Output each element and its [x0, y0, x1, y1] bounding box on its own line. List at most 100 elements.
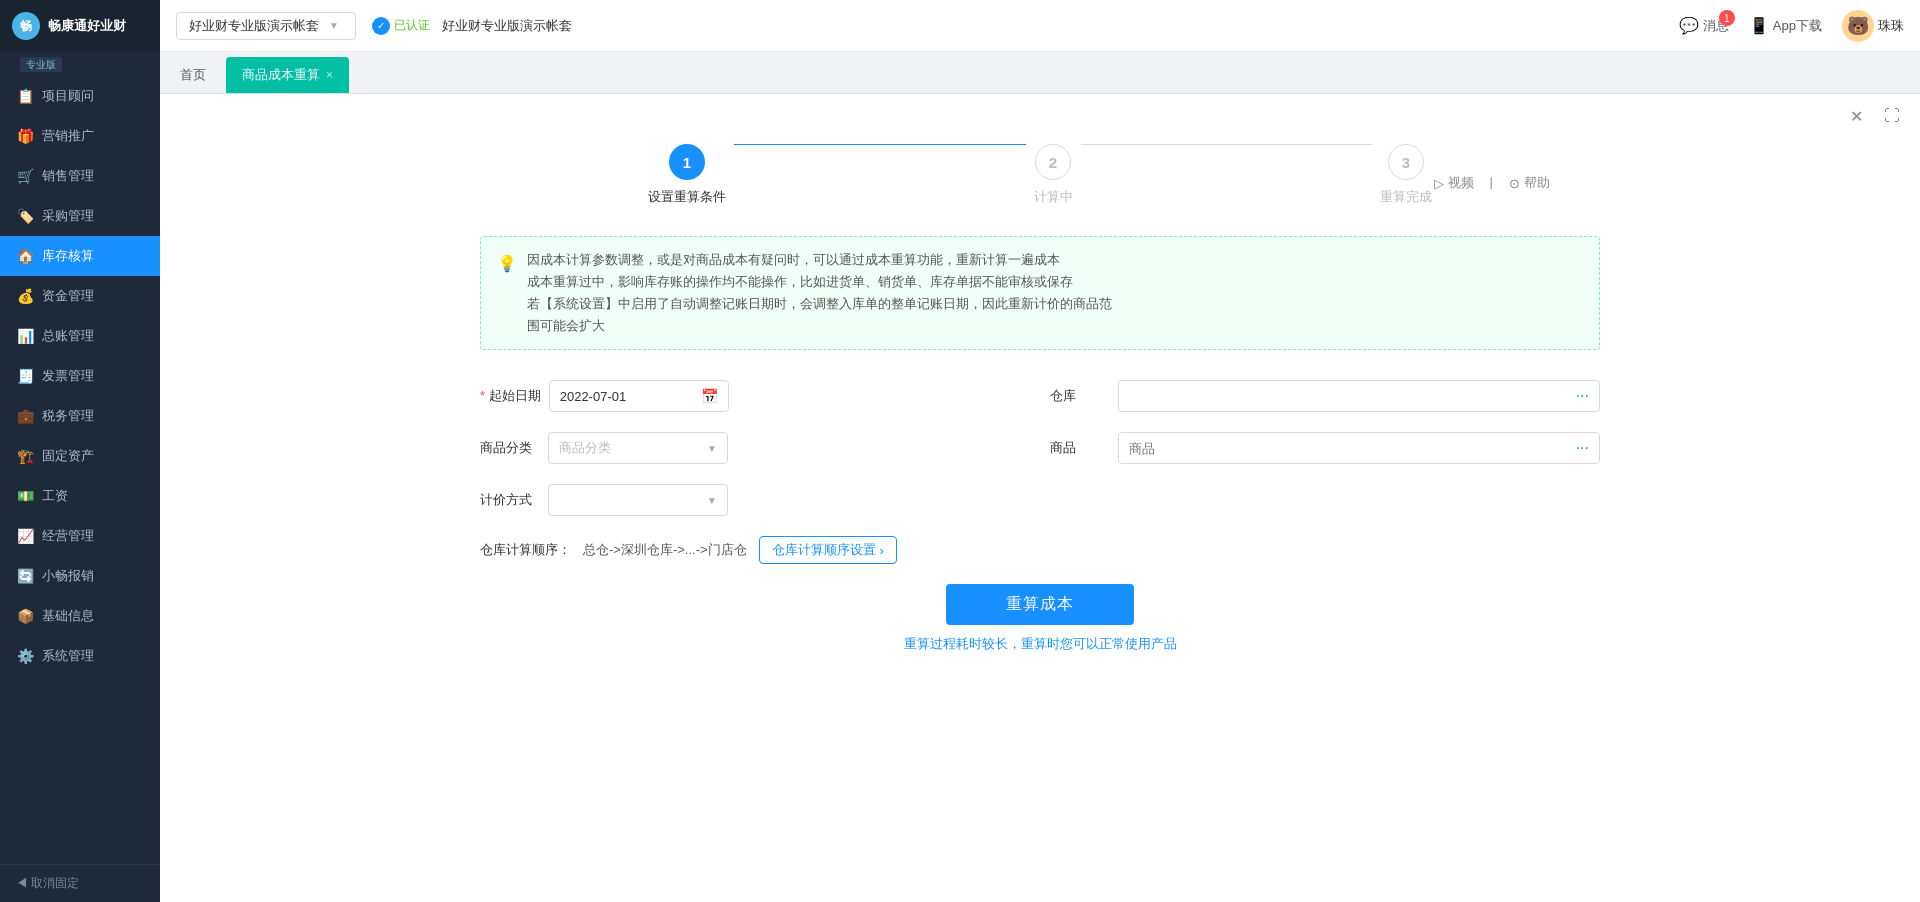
sidebar-item-label: 营销推广: [42, 127, 94, 145]
brand-info: 畅康通好业财: [48, 17, 126, 35]
info-text: 因成本计算参数调整，或是对商品成本有疑问时，可以通过成本重算功能，重新计算一遍成…: [527, 249, 1112, 337]
sidebar-item-tax[interactable]: 💼 税务管理: [0, 396, 160, 436]
edition-badge: 专业版: [20, 57, 62, 72]
step-1-circle: 1: [669, 144, 705, 180]
tab-close-icon[interactable]: ×: [326, 68, 333, 82]
sidebar-item-label: 固定资产: [42, 447, 94, 465]
project-icon: 📋: [16, 88, 34, 104]
notification-badge: 1: [1719, 10, 1735, 26]
step-2: 2 计算中: [1034, 144, 1073, 206]
warehouse-input[interactable]: [1129, 389, 1566, 404]
product-label: 商品: [1050, 439, 1110, 457]
info-line-1: 因成本计算参数调整，或是对商品成本有疑问时，可以通过成本重算功能，重新计算一遍成…: [527, 249, 1112, 271]
window-controls: ✕ ⛶: [1844, 104, 1904, 128]
video-link[interactable]: ▷ 视频: [1434, 174, 1474, 192]
warehouse-seq-settings-button[interactable]: 仓库计算顺序设置 ›: [759, 536, 897, 564]
main-area: 好业财专业版演示帐套 ▼ ✓ 已认证 好业财专业版演示帐套 💬 消息 1 📱 A…: [160, 0, 1920, 902]
info-line-3: 若【系统设置】中启用了自动调整记账日期时，会调整入库单的整单记账日期，因此重新计…: [527, 293, 1112, 315]
info-box: 💡 因成本计算参数调整，或是对商品成本有疑问时，可以通过成本重算功能，重新计算一…: [480, 236, 1600, 350]
expand-window-button[interactable]: ⛶: [1880, 104, 1904, 128]
calendar-icon[interactable]: 📅: [701, 388, 718, 404]
form-row-1: * 起始日期 📅 仓库 ···: [480, 380, 1600, 412]
step-3: 3 重算完成: [1380, 144, 1432, 206]
sidebar-item-label: 库存核算: [42, 247, 94, 265]
sidebar-item-finance[interactable]: 💰 资金管理: [0, 276, 160, 316]
account-select[interactable]: 好业财专业版演示帐套 ▼: [176, 12, 356, 40]
pricing-select[interactable]: ▼: [548, 484, 728, 516]
payroll-icon: 💵: [16, 488, 34, 504]
pricing-group: 计价方式 ▼: [480, 484, 1030, 516]
account-name: 好业财专业版演示帐套: [442, 17, 572, 35]
tabs-bar: 首页 商品成本重算 ×: [160, 52, 1920, 94]
sidebar-item-marketing[interactable]: 🎁 营销推广: [0, 116, 160, 156]
step-2-circle: 2: [1035, 144, 1071, 180]
product-select-icon[interactable]: ···: [1576, 439, 1589, 457]
ledger-icon: 📊: [16, 328, 34, 344]
home-tab-label: 首页: [180, 66, 206, 84]
basic-icon: 📦: [16, 608, 34, 624]
sidebar-item-payroll[interactable]: 💵 工资: [0, 476, 160, 516]
invoice-icon: 🧾: [16, 368, 34, 384]
tab-cost-recalc[interactable]: 商品成本重算 ×: [226, 57, 349, 93]
info-line-4: 围可能会扩大: [527, 315, 1112, 337]
step-line-2: [1081, 144, 1373, 145]
warehouse-select-icon[interactable]: ···: [1576, 387, 1589, 405]
assets-icon: 🏗️: [16, 448, 34, 464]
sidebar-item-purchase[interactable]: 🏷️ 采购管理: [0, 196, 160, 236]
purchase-icon: 🏷️: [16, 208, 34, 224]
start-date-input[interactable]: [560, 389, 695, 404]
separator: |: [1490, 174, 1493, 192]
sidebar-item-system[interactable]: ⚙️ 系统管理: [0, 636, 160, 676]
product-input[interactable]: [1129, 441, 1566, 456]
app-download-button[interactable]: 📱 App下载: [1749, 16, 1822, 35]
sidebar-item-label: 基础信息: [42, 607, 94, 625]
product-group: 商品 ···: [1050, 432, 1600, 464]
step-1-label: 设置重算条件: [648, 188, 726, 206]
help-link[interactable]: ⊙ 帮助: [1509, 174, 1550, 192]
sidebar-item-label: 工资: [42, 487, 68, 505]
chevron-right-icon: ›: [880, 543, 884, 558]
category-select[interactable]: 商品分类 ▼: [548, 432, 728, 464]
step-2-label: 计算中: [1034, 188, 1073, 206]
stepper: 1 设置重算条件 2 计算中 3: [480, 144, 1600, 206]
recalc-button[interactable]: 重算成本: [946, 584, 1134, 625]
product-input-wrapper[interactable]: ···: [1118, 432, 1600, 464]
message-icon: 💬: [1679, 16, 1699, 35]
recalc-note: 重算过程耗时较长，重算时您可以正常使用产品: [904, 635, 1177, 653]
unpin-button[interactable]: ◀ 取消固定: [0, 864, 160, 902]
app-name: 畅康通好业财: [48, 17, 126, 35]
user-menu[interactable]: 🐻 珠珠: [1842, 10, 1904, 42]
sidebar-item-sales[interactable]: 🛒 销售管理: [0, 156, 160, 196]
account-select-text: 好业财专业版演示帐套: [189, 17, 319, 35]
tab-home[interactable]: 首页: [164, 57, 222, 93]
warehouse-seq-label: 仓库计算顺序：: [480, 541, 571, 559]
system-icon: ⚙️: [16, 648, 34, 664]
info-line-2: 成本重算过中，影响库存账的操作均不能操作，比如进货单、销货单、库存单据不能审核或…: [527, 271, 1112, 293]
pricing-label: 计价方式: [480, 491, 540, 509]
warehouse-seq-value: 总仓->深圳仓库->...->门店仓: [583, 541, 747, 559]
content-area: ✕ ⛶ 1 设置重算条件 2: [160, 94, 1920, 902]
sidebar-header: 畅 畅康通好业财: [0, 0, 160, 52]
warehouse-group: 仓库 ···: [1050, 380, 1600, 412]
sidebar-item-inventory[interactable]: 🏠 库存核算: [0, 236, 160, 276]
info-icon: 💡: [497, 250, 517, 337]
recalc-section: 重算成本 重算过程耗时较长，重算时您可以正常使用产品: [480, 584, 1600, 653]
sidebar-item-basic[interactable]: 📦 基础信息: [0, 596, 160, 636]
start-date-input-wrapper[interactable]: 📅: [549, 380, 729, 412]
sidebar-item-ledger[interactable]: 📊 总账管理: [0, 316, 160, 356]
sidebar-item-label: 经营管理: [42, 527, 94, 545]
chevron-down-icon: ▼: [707, 443, 717, 454]
sidebar-item-label: 小畅报销: [42, 567, 94, 585]
sidebar-item-invoice[interactable]: 🧾 发票管理: [0, 356, 160, 396]
close-window-button[interactable]: ✕: [1844, 104, 1868, 128]
sidebar-item-label: 销售管理: [42, 167, 94, 185]
app-logo: 畅: [12, 12, 40, 40]
sidebar-item-label: 发票管理: [42, 367, 94, 385]
sidebar-item-assets[interactable]: 🏗️ 固定资产: [0, 436, 160, 476]
message-button[interactable]: 💬 消息 1: [1679, 16, 1729, 35]
finance-icon: 💰: [16, 288, 34, 304]
sidebar-item-project[interactable]: 📋 项目顾问: [0, 76, 160, 116]
sidebar-item-expense[interactable]: 🔄 小畅报销: [0, 556, 160, 596]
sidebar-item-ops[interactable]: 📈 经营管理: [0, 516, 160, 556]
warehouse-input-wrapper[interactable]: ···: [1118, 380, 1600, 412]
